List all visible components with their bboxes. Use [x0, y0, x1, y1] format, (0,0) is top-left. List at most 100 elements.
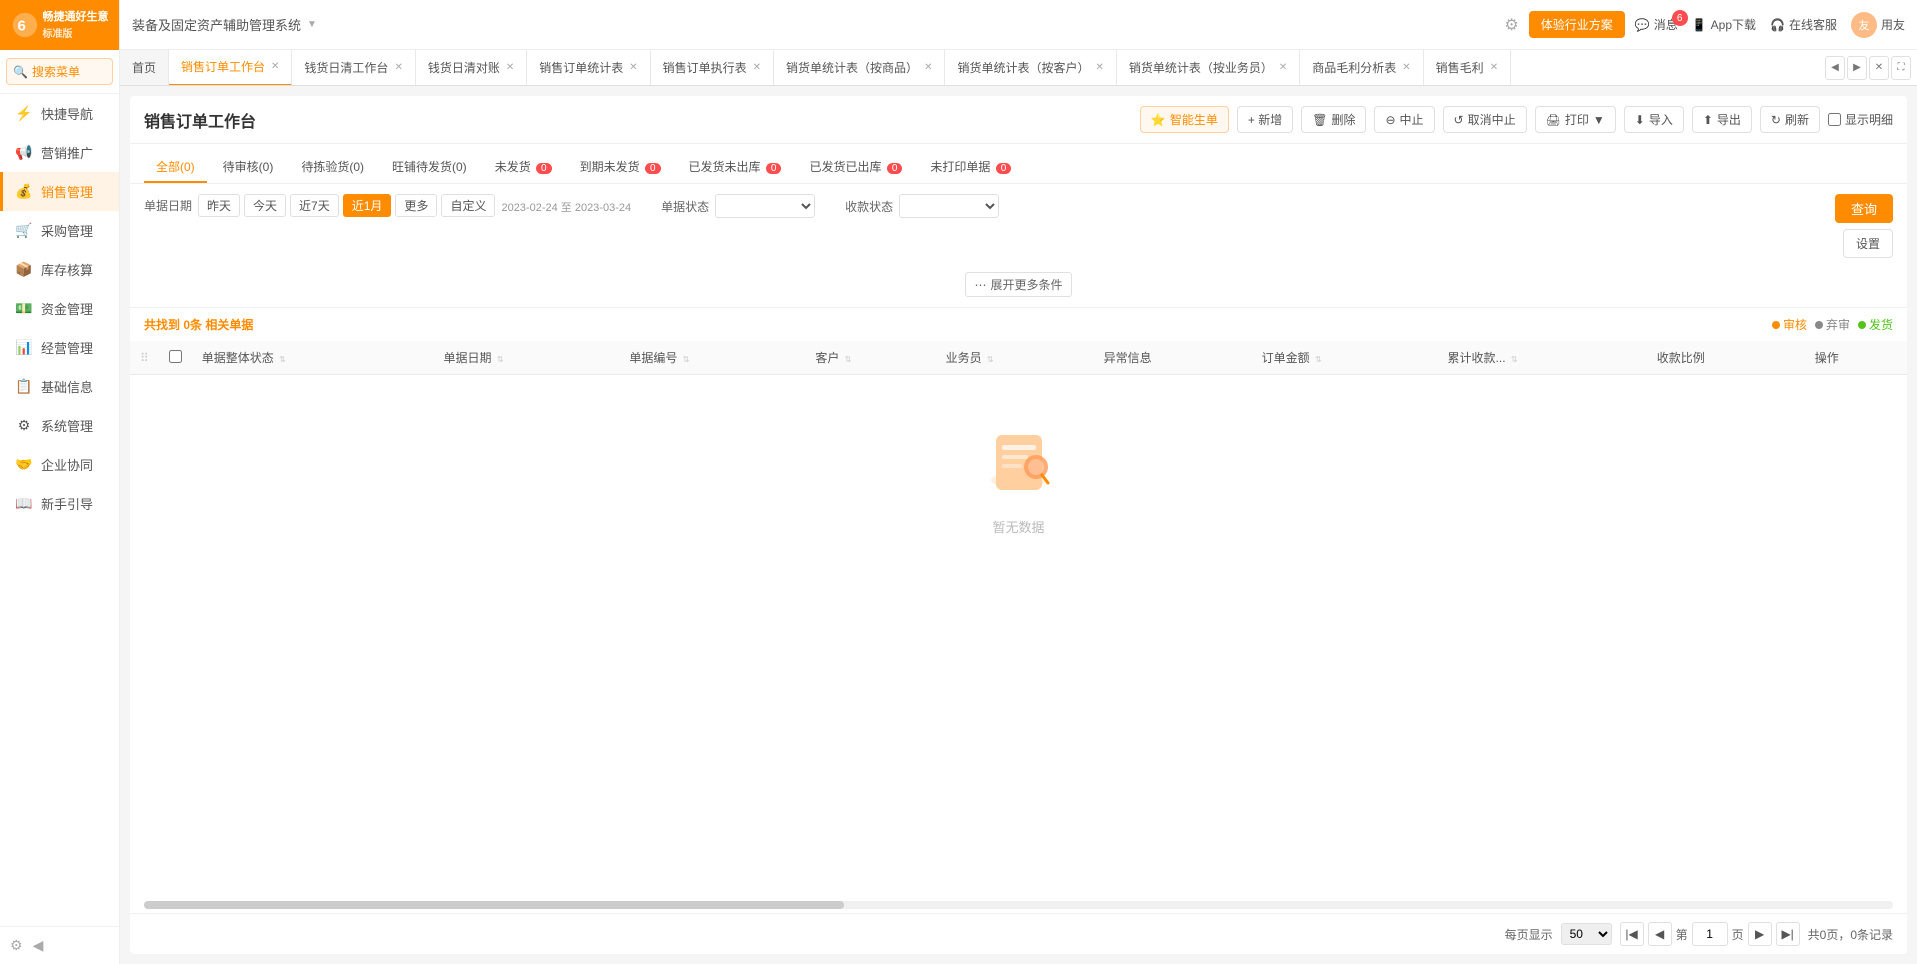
- date-btn-today[interactable]: 今天: [244, 194, 286, 217]
- tab-close-all[interactable]: ✕: [1869, 56, 1889, 80]
- tab-sales-execution-close[interactable]: ✕: [753, 62, 761, 73]
- sidebar-item-inventory[interactable]: 📦 库存核算: [0, 250, 119, 289]
- sidebar-item-basic-info[interactable]: 📋 基础信息: [0, 367, 119, 406]
- sidebar-search[interactable]: 🔍 搜索菜单: [0, 50, 119, 94]
- show-detail-checkbox[interactable]: [1828, 113, 1841, 126]
- tab-scroll-left[interactable]: ◀: [1825, 56, 1845, 80]
- topbar-settings-icon[interactable]: ⚙: [1504, 15, 1518, 35]
- query-button[interactable]: 查询: [1835, 194, 1893, 223]
- th-customer[interactable]: 客户 ⇅: [805, 341, 935, 375]
- sidebar-item-sales[interactable]: 💰 销售管理: [0, 172, 119, 211]
- tab-goods-stats-customer-close[interactable]: ✕: [1095, 62, 1103, 73]
- tab-gross-profit-close[interactable]: ✕: [1402, 62, 1410, 73]
- subtab-wangpu-pending[interactable]: 旺铺待发货(0): [380, 152, 479, 183]
- subtab-unprinted[interactable]: 未打印单据 0: [918, 152, 1023, 183]
- industry-btn[interactable]: 体验行业方案: [1529, 11, 1625, 38]
- settings-footer-icon[interactable]: ⚙: [10, 937, 23, 954]
- sidebar-item-system[interactable]: ⚙ 系统管理: [0, 406, 119, 445]
- print-button[interactable]: 🖨 打印 ▼: [1535, 106, 1616, 133]
- tab-goods-stats-staff[interactable]: 销货单统计表（按业务员） ✕: [1117, 50, 1300, 86]
- subtab-pending-inspection[interactable]: 待拣验货(0): [289, 152, 376, 183]
- tab-goods-stats-product-close[interactable]: ✕: [924, 62, 932, 73]
- date-btn-more[interactable]: 更多: [395, 194, 437, 217]
- review-quick-action[interactable]: 审核: [1772, 316, 1807, 333]
- show-detail-checkbox-label[interactable]: 显示明细: [1828, 111, 1893, 128]
- status-filter-select[interactable]: [715, 194, 815, 218]
- tab-sales-workbench[interactable]: 销售订单工作台 ✕: [169, 50, 292, 86]
- topbar-user[interactable]: 友 用友: [1851, 12, 1905, 38]
- topbar-online-service[interactable]: 🎧 在线客服: [1770, 16, 1837, 33]
- tab-sales-stats[interactable]: 销售订单统计表 ✕: [527, 50, 650, 86]
- subtab-all[interactable]: 全部(0): [144, 152, 207, 183]
- cancel-review-quick-action[interactable]: 弃审: [1815, 316, 1850, 333]
- tab-sales-workbench-close[interactable]: ✕: [271, 61, 279, 72]
- tab-maximize[interactable]: ⛶: [1891, 56, 1911, 80]
- tab-home[interactable]: 首页: [120, 50, 169, 86]
- tab-gross-profit[interactable]: 商品毛利分析表 ✕: [1300, 50, 1423, 86]
- tab-cash-reconciliation-close[interactable]: ✕: [506, 62, 514, 73]
- sidebar-item-marketing[interactable]: 📢 营销推广: [0, 133, 119, 172]
- th-number[interactable]: 单据编号 ⇅: [619, 341, 805, 375]
- first-page-btn[interactable]: |◀: [1620, 922, 1644, 946]
- export-button[interactable]: ⬆ 导出: [1692, 106, 1752, 133]
- ship-quick-action[interactable]: 发货: [1858, 316, 1893, 333]
- add-button[interactable]: + 新增: [1237, 106, 1293, 133]
- next-page-btn[interactable]: ▶: [1748, 922, 1772, 946]
- subtab-overdue-unshipped[interactable]: 到期未发货 0: [568, 152, 673, 183]
- th-date[interactable]: 单据日期 ⇅: [433, 341, 619, 375]
- topbar-messages[interactable]: 💬 6 消息: [1635, 16, 1678, 33]
- sidebar-item-purchase[interactable]: 🛒 采购管理: [0, 211, 119, 250]
- subtab-unshipped[interactable]: 未发货 0: [483, 152, 564, 183]
- collapse-sidebar-icon[interactable]: ◀: [33, 937, 44, 954]
- sidebar-item-enterprise[interactable]: 🤝 企业协同: [0, 445, 119, 484]
- date-btn-7days[interactable]: 近7天: [290, 194, 339, 217]
- refresh-button[interactable]: ↻ 刷新: [1760, 106, 1820, 133]
- tab-goods-stats-product[interactable]: 销货单统计表（按商品） ✕: [774, 50, 945, 86]
- expand-filter-button[interactable]: ⋯ 展开更多条件: [965, 272, 1071, 297]
- th-status[interactable]: 单据整体状态 ⇅: [192, 341, 434, 375]
- page-size-select[interactable]: 20 50 100: [1561, 923, 1612, 945]
- print-dropdown-icon[interactable]: ▼: [1593, 113, 1605, 127]
- tab-sales-gross-close[interactable]: ✕: [1490, 62, 1498, 73]
- tab-scroll-right[interactable]: ▶: [1847, 56, 1867, 80]
- subtab-pending-review[interactable]: 待审核(0): [211, 152, 286, 183]
- system-dropdown-icon[interactable]: ▼: [307, 19, 317, 30]
- tab-sales-gross[interactable]: 销售毛利 ✕: [1424, 50, 1511, 86]
- tab-cash-clearing[interactable]: 钱货日清工作台 ✕: [292, 50, 415, 86]
- tab-cash-clearing-close[interactable]: ✕: [394, 62, 402, 73]
- delete-button[interactable]: 🗑 删除: [1301, 106, 1366, 133]
- th-collected[interactable]: 累计收款... ⇅: [1438, 341, 1647, 375]
- subtab-shipped-out[interactable]: 已发货已出库 0: [797, 152, 914, 183]
- sidebar-item-finance[interactable]: 💵 资金管理: [0, 289, 119, 328]
- th-staff[interactable]: 业务员 ⇅: [936, 341, 1094, 375]
- unshipped-badge: 0: [536, 163, 552, 174]
- select-all-checkbox[interactable]: [169, 350, 182, 363]
- scrollbar-thumb[interactable]: [144, 901, 844, 909]
- cancel-suspend-button[interactable]: ↺ 取消中止: [1443, 106, 1527, 133]
- tab-goods-stats-staff-close[interactable]: ✕: [1279, 62, 1287, 73]
- payment-filter-select[interactable]: [899, 194, 999, 218]
- tab-sales-execution[interactable]: 销售订单执行表 ✕: [651, 50, 774, 86]
- tab-sales-stats-close[interactable]: ✕: [629, 62, 637, 73]
- smart-gen-button[interactable]: ⭐ 智能生单: [1140, 106, 1229, 133]
- search-menu-button[interactable]: 🔍 搜索菜单: [6, 58, 113, 85]
- suspend-button[interactable]: ⊖ 中止: [1374, 106, 1434, 133]
- sidebar-item-guide[interactable]: 📖 新手引导: [0, 484, 119, 523]
- tab-goods-stats-customer[interactable]: 销货单统计表（按客户） ✕: [945, 50, 1116, 86]
- import-button[interactable]: ⬇ 导入: [1624, 106, 1684, 133]
- date-btn-yesterday[interactable]: 昨天: [198, 194, 240, 217]
- sidebar-item-operations[interactable]: 📊 经营管理: [0, 328, 119, 367]
- tab-cash-reconciliation[interactable]: 钱货日清对账 ✕: [416, 50, 527, 86]
- page-number-input[interactable]: [1692, 922, 1728, 946]
- last-page-btn[interactable]: ▶|: [1776, 922, 1800, 946]
- th-check[interactable]: [159, 341, 192, 375]
- date-btn-custom[interactable]: 自定义: [441, 194, 495, 217]
- subtab-shipped-not-out[interactable]: 已发货未出库 0: [677, 152, 794, 183]
- prev-page-btn[interactable]: ◀: [1648, 922, 1672, 946]
- setting-button[interactable]: 设置: [1843, 229, 1893, 258]
- sidebar-item-quicknav[interactable]: ⚡ 快捷导航: [0, 94, 119, 133]
- date-btn-1month[interactable]: 近1月: [343, 194, 392, 217]
- th-amount[interactable]: 订单金额 ⇅: [1252, 341, 1438, 375]
- topbar-app-download[interactable]: 📱 App下载: [1692, 16, 1756, 33]
- horizontal-scrollbar[interactable]: [144, 901, 1893, 909]
